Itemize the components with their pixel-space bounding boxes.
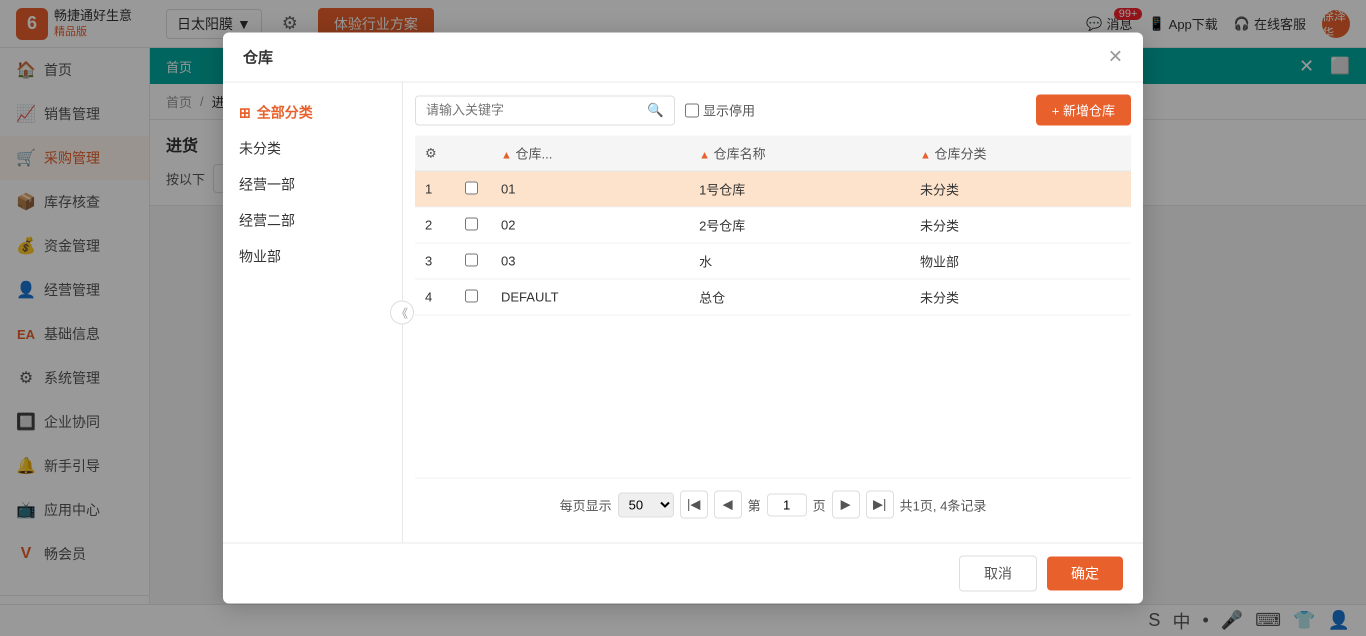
per-page-select[interactable]: 50 20 100 <box>618 492 674 517</box>
per-page-label: 每页显示 <box>560 495 612 514</box>
table-toolbar: 🔍 显示停用 + 新增仓库 <box>415 95 1131 126</box>
show-disabled-checkbox[interactable] <box>685 103 699 117</box>
table-panel: 🔍 显示停用 + 新增仓库 ⚙ ▲ 仓库... ▲ 仓库名称 ▲ 仓库分类 <box>403 83 1143 543</box>
page-prev-button[interactable]: ◀ <box>714 491 742 519</box>
col-header-gear[interactable]: ⚙ <box>415 136 455 172</box>
table-row: 1 01 1号仓库 未分类 <box>415 171 1131 207</box>
modal-footer: 取消 确定 <box>223 543 1143 604</box>
cell-category: 未分类 <box>910 171 1131 207</box>
confirm-button[interactable]: 确定 <box>1047 557 1123 591</box>
cell-category: 未分类 <box>910 279 1131 315</box>
col-header-category[interactable]: ▲ 仓库分类 <box>910 136 1131 172</box>
add-warehouse-button[interactable]: + 新增仓库 <box>1036 95 1131 126</box>
col-header-code[interactable]: ▲ 仓库... <box>491 136 689 172</box>
cell-name: 1号仓库 <box>689 171 910 207</box>
cell-code: 01 <box>491 171 689 207</box>
tree-all-label: 全部分类 <box>257 103 313 123</box>
cell-name: 水 <box>689 243 910 279</box>
warehouse-table: ⚙ ▲ 仓库... ▲ 仓库名称 ▲ 仓库分类 1 01 1号仓库 未分类 <box>415 136 1131 316</box>
page-suffix: 页 <box>813 495 826 514</box>
search-button[interactable]: 🔍 <box>637 96 674 124</box>
pagination-summary: 共1页, 4条记录 <box>900 495 987 514</box>
tree-item-uncategorized[interactable]: 未分类 <box>223 131 402 167</box>
page-last-button[interactable]: ▶| <box>866 491 894 519</box>
cell-no: 3 <box>415 243 455 279</box>
cell-category: 未分类 <box>910 207 1131 243</box>
cell-no: 2 <box>415 207 455 243</box>
cell-code: DEFAULT <box>491 279 689 315</box>
page-next-button[interactable]: ▶ <box>832 491 860 519</box>
tree-panel: ⊞ 全部分类 未分类 经营一部 经营二部 物业部 《 <box>223 83 403 543</box>
tree-item-all[interactable]: ⊞ 全部分类 <box>223 95 402 131</box>
cell-no: 4 <box>415 279 455 315</box>
show-disabled-label: 显示停用 <box>685 101 755 120</box>
cell-category: 物业部 <box>910 243 1131 279</box>
tree-item-property-label: 物业部 <box>239 247 281 267</box>
col-header-check <box>455 136 491 172</box>
page-number-input[interactable] <box>767 493 807 516</box>
tree-item-dept2[interactable]: 经营二部 <box>223 203 402 239</box>
tree-item-property[interactable]: 物业部 <box>223 239 402 275</box>
search-input[interactable] <box>416 97 637 124</box>
cell-code: 02 <box>491 207 689 243</box>
modal-body: ⊞ 全部分类 未分类 经营一部 经营二部 物业部 《 🔍 <box>223 83 1143 543</box>
modal-close-icon[interactable]: ✕ <box>1108 47 1123 68</box>
warehouse-modal: 仓库 ✕ ⊞ 全部分类 未分类 经营一部 经营二部 物业部 《 <box>223 33 1143 604</box>
tree-item-dept2-label: 经营二部 <box>239 211 295 231</box>
cell-name: 2号仓库 <box>689 207 910 243</box>
search-box: 🔍 <box>415 95 675 125</box>
cell-no: 1 <box>415 171 455 207</box>
cancel-button[interactable]: 取消 <box>959 556 1037 592</box>
cell-check[interactable] <box>455 207 491 243</box>
cell-check[interactable] <box>455 243 491 279</box>
page-first-button[interactable]: |◀ <box>680 491 708 519</box>
tree-item-dept1[interactable]: 经营一部 <box>223 167 402 203</box>
grid-icon: ⊞ <box>239 104 251 121</box>
page-label: 第 <box>748 495 761 514</box>
modal-title: 仓库 <box>243 47 273 68</box>
table-row: 2 02 2号仓库 未分类 <box>415 207 1131 243</box>
cell-name: 总仓 <box>689 279 910 315</box>
table-row: 4 DEFAULT 总仓 未分类 <box>415 279 1131 315</box>
cell-code: 03 <box>491 243 689 279</box>
modal-header: 仓库 ✕ <box>223 33 1143 83</box>
tree-item-uncategorized-label: 未分类 <box>239 139 281 159</box>
tree-collapse-button[interactable]: 《 <box>390 301 414 325</box>
pagination: 每页显示 50 20 100 |◀ ◀ 第 页 ▶ ▶| 共1页, 4条记录 <box>415 478 1131 531</box>
cell-check[interactable] <box>455 279 491 315</box>
table-row: 3 03 水 物业部 <box>415 243 1131 279</box>
cell-check[interactable] <box>455 171 491 207</box>
col-header-name[interactable]: ▲ 仓库名称 <box>689 136 910 172</box>
tree-item-dept1-label: 经营一部 <box>239 175 295 195</box>
